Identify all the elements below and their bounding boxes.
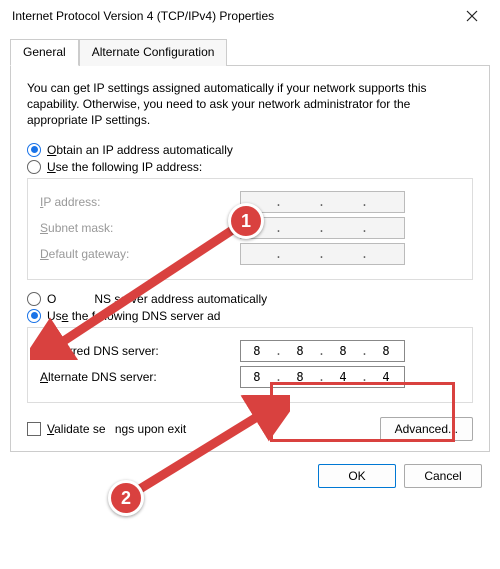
window-title: Internet Protocol Version 4 (TCP/IPv4) P… xyxy=(12,9,452,23)
radio-icon xyxy=(27,309,41,323)
annotation-badge-2: 2 xyxy=(108,480,144,516)
input-preferred-dns[interactable]: 8. 8. 8. 8 xyxy=(240,340,405,362)
radio-obtain-dns-auto[interactable]: Obtain DNS server address automatically xyxy=(27,292,473,306)
intro-text: You can get IP settings assigned automat… xyxy=(27,80,473,129)
label-obtain-ip-auto: Obtain an IP address automatically xyxy=(47,143,233,157)
input-ip-address: ... xyxy=(240,191,405,213)
radio-obtain-ip-auto[interactable]: Obtain an IP address automatically xyxy=(27,143,473,157)
tab-alternate-configuration[interactable]: Alternate Configuration xyxy=(79,39,228,66)
label-obtain-dns-auto: Obtain DNS server address automatically xyxy=(47,292,267,306)
input-default-gateway: ... xyxy=(240,243,405,265)
label-use-following-ip: Use the following IP address: xyxy=(47,160,202,174)
checkbox-icon xyxy=(27,422,41,436)
annotation-badge-1: 1 xyxy=(228,203,264,239)
radio-icon xyxy=(27,143,41,157)
input-subnet-mask: ... xyxy=(240,217,405,239)
label-default-gateway: Default gateway: xyxy=(40,247,240,261)
label-use-following-dns: Use the following DNS server ad xyxy=(47,309,220,323)
ok-button[interactable]: OK xyxy=(318,464,396,488)
close-icon[interactable] xyxy=(452,2,492,30)
tab-general[interactable]: General xyxy=(10,39,79,66)
checkbox-validate-on-exit[interactable]: Validate settings upon exit xyxy=(27,422,380,436)
advanced-button[interactable]: Advanced... xyxy=(380,417,473,441)
label-validate-on-exit: Validate settings upon exit xyxy=(47,422,186,436)
radio-use-following-ip[interactable]: Use the following IP address: xyxy=(27,160,473,174)
label-ip-address: IP address: xyxy=(40,195,240,209)
label-alternate-dns: Alternate DNS server: xyxy=(40,370,240,384)
radio-use-following-dns[interactable]: Use the following DNS server ad xyxy=(27,309,473,323)
radio-icon xyxy=(27,292,41,306)
radio-icon xyxy=(27,160,41,174)
label-subnet-mask: Subnet mask: xyxy=(40,221,240,235)
input-alternate-dns[interactable]: 8. 8. 4. 4 xyxy=(240,366,405,388)
cancel-button[interactable]: Cancel xyxy=(404,464,482,488)
label-preferred-dns: Preferred DNS server: xyxy=(40,344,240,358)
